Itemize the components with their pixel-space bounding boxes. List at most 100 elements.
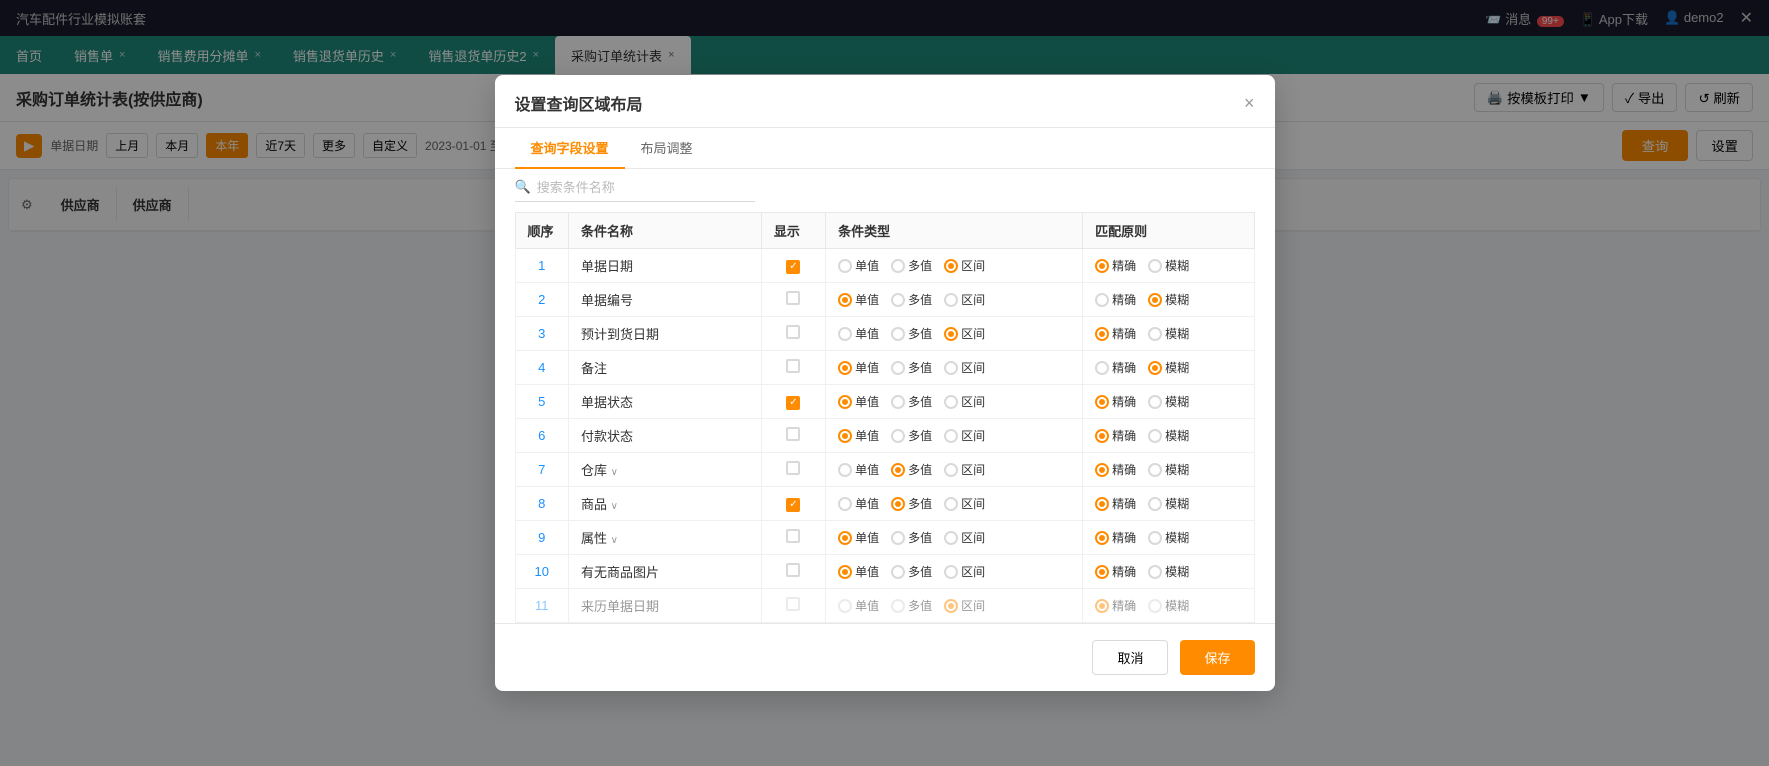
radio-type-单值-11[interactable]: 单值 <box>838 597 879 614</box>
cell-show-1[interactable]: ✓ <box>761 249 825 283</box>
radio-type-单值-2[interactable]: 单值 <box>838 291 879 308</box>
radio-match-模糊-11[interactable]: 模糊 <box>1148 597 1189 614</box>
radio-match-精确-6[interactable]: 精确 <box>1095 427 1136 444</box>
th-type: 条件类型 <box>826 213 1083 249</box>
cell-order-7: 7 <box>515 453 569 487</box>
radio-type-多值-5[interactable]: 多值 <box>891 393 932 410</box>
radio-type-单值-6[interactable]: 单值 <box>838 427 879 444</box>
checkbox-show-11[interactable] <box>786 597 800 611</box>
checkbox-show-5[interactable]: ✓ <box>786 396 800 410</box>
cell-show-11[interactable] <box>761 589 825 623</box>
cancel-button[interactable]: 取消 <box>1092 640 1168 675</box>
radio-type-多值-7[interactable]: 多值 <box>891 461 932 478</box>
cell-match-1: 精确模糊 <box>1083 249 1254 283</box>
radio-type-区间-1[interactable]: 区间 <box>944 257 985 274</box>
radio-match-精确-1[interactable]: 精确 <box>1095 257 1136 274</box>
radio-match-精确-10[interactable]: 精确 <box>1095 563 1136 580</box>
cell-order-6: 6 <box>515 419 569 453</box>
radio-type-区间-7[interactable]: 区间 <box>944 461 985 478</box>
radio-type-区间-4[interactable]: 区间 <box>944 359 985 376</box>
checkbox-show-3[interactable] <box>786 325 800 339</box>
radio-type-多值-6[interactable]: 多值 <box>891 427 932 444</box>
radio-match-精确-8[interactable]: 精确 <box>1095 495 1136 512</box>
radio-type-区间-3[interactable]: 区间 <box>944 325 985 342</box>
radio-match-模糊-9[interactable]: 模糊 <box>1148 529 1189 546</box>
cell-show-3[interactable] <box>761 317 825 351</box>
radio-type-多值-3[interactable]: 多值 <box>891 325 932 342</box>
save-button[interactable]: 保存 <box>1180 640 1254 675</box>
radio-type-单值-7[interactable]: 单值 <box>838 461 879 478</box>
radio-match-精确-11[interactable]: 精确 <box>1095 597 1136 614</box>
tab-query-field[interactable]: 查询字段设置 <box>515 128 625 169</box>
radio-type-区间-6[interactable]: 区间 <box>944 427 985 444</box>
radio-match-精确-9[interactable]: 精确 <box>1095 529 1136 546</box>
cell-type-7: 单值多值区间 <box>826 453 1083 487</box>
cell-order-3: 3 <box>515 317 569 351</box>
cell-match-2: 精确模糊 <box>1083 283 1254 317</box>
cell-show-2[interactable] <box>761 283 825 317</box>
checkbox-show-10[interactable] <box>786 563 800 577</box>
radio-match-精确-4[interactable]: 精确 <box>1095 359 1136 376</box>
radio-type-多值-9[interactable]: 多值 <box>891 529 932 546</box>
cell-type-9: 单值多值区间 <box>826 521 1083 555</box>
checkbox-show-9[interactable] <box>786 529 800 543</box>
modal-close-button[interactable]: × <box>1244 93 1255 114</box>
cell-show-7[interactable] <box>761 453 825 487</box>
cell-match-4: 精确模糊 <box>1083 351 1254 385</box>
radio-type-单值-4[interactable]: 单值 <box>838 359 879 376</box>
radio-type-单值-1[interactable]: 单值 <box>838 257 879 274</box>
modal-search-area: 🔍 <box>495 169 1275 212</box>
radio-type-单值-5[interactable]: 单值 <box>838 393 879 410</box>
modal-overlay: 设置查询区域布局 × 查询字段设置 布局调整 🔍 顺序 条件名称 显示 <box>0 0 1769 766</box>
checkbox-show-2[interactable] <box>786 291 800 305</box>
radio-match-模糊-6[interactable]: 模糊 <box>1148 427 1189 444</box>
radio-match-精确-2[interactable]: 精确 <box>1095 291 1136 308</box>
cell-match-5: 精确模糊 <box>1083 385 1254 419</box>
cell-show-9[interactable] <box>761 521 825 555</box>
radio-match-精确-7[interactable]: 精确 <box>1095 461 1136 478</box>
radio-match-模糊-4[interactable]: 模糊 <box>1148 359 1189 376</box>
radio-type-区间-9[interactable]: 区间 <box>944 529 985 546</box>
radio-match-模糊-3[interactable]: 模糊 <box>1148 325 1189 342</box>
radio-type-区间-5[interactable]: 区间 <box>944 393 985 410</box>
radio-type-单值-9[interactable]: 单值 <box>838 529 879 546</box>
radio-match-模糊-1[interactable]: 模糊 <box>1148 257 1189 274</box>
cell-name-11: 来历单据日期 <box>569 589 762 623</box>
checkbox-show-6[interactable] <box>786 427 800 441</box>
radio-match-模糊-10[interactable]: 模糊 <box>1148 563 1189 580</box>
radio-type-区间-10[interactable]: 区间 <box>944 563 985 580</box>
cell-show-4[interactable] <box>761 351 825 385</box>
radio-type-单值-8[interactable]: 单值 <box>838 495 879 512</box>
checkbox-show-1[interactable]: ✓ <box>786 260 800 274</box>
radio-type-区间-2[interactable]: 区间 <box>944 291 985 308</box>
checkbox-show-8[interactable]: ✓ <box>786 498 800 512</box>
radio-type-多值-1[interactable]: 多值 <box>891 257 932 274</box>
radio-match-精确-5[interactable]: 精确 <box>1095 393 1136 410</box>
tab-layout[interactable]: 布局调整 <box>625 128 709 169</box>
radio-match-模糊-2[interactable]: 模糊 <box>1148 291 1189 308</box>
radio-match-模糊-8[interactable]: 模糊 <box>1148 495 1189 512</box>
radio-match-模糊-7[interactable]: 模糊 <box>1148 461 1189 478</box>
modal-header: 设置查询区域布局 × <box>495 75 1275 128</box>
radio-match-精确-3[interactable]: 精确 <box>1095 325 1136 342</box>
search-input[interactable] <box>537 180 755 195</box>
radio-type-多值-8[interactable]: 多值 <box>891 495 932 512</box>
cell-show-6[interactable] <box>761 419 825 453</box>
checkbox-show-7[interactable] <box>786 461 800 475</box>
cell-name-10: 有无商品图片 <box>569 555 762 589</box>
radio-type-单值-10[interactable]: 单值 <box>838 563 879 580</box>
radio-type-区间-11[interactable]: 区间 <box>944 597 985 614</box>
cell-show-5[interactable]: ✓ <box>761 385 825 419</box>
radio-type-区间-8[interactable]: 区间 <box>944 495 985 512</box>
radio-type-多值-4[interactable]: 多值 <box>891 359 932 376</box>
radio-type-多值-10[interactable]: 多值 <box>891 563 932 580</box>
radio-type-多值-2[interactable]: 多值 <box>891 291 932 308</box>
radio-type-单值-3[interactable]: 单值 <box>838 325 879 342</box>
radio-type-多值-11[interactable]: 多值 <box>891 597 932 614</box>
cell-match-7: 精确模糊 <box>1083 453 1254 487</box>
cell-show-10[interactable] <box>761 555 825 589</box>
cell-type-4: 单值多值区间 <box>826 351 1083 385</box>
cell-show-8[interactable]: ✓ <box>761 487 825 521</box>
checkbox-show-4[interactable] <box>786 359 800 373</box>
radio-match-模糊-5[interactable]: 模糊 <box>1148 393 1189 410</box>
